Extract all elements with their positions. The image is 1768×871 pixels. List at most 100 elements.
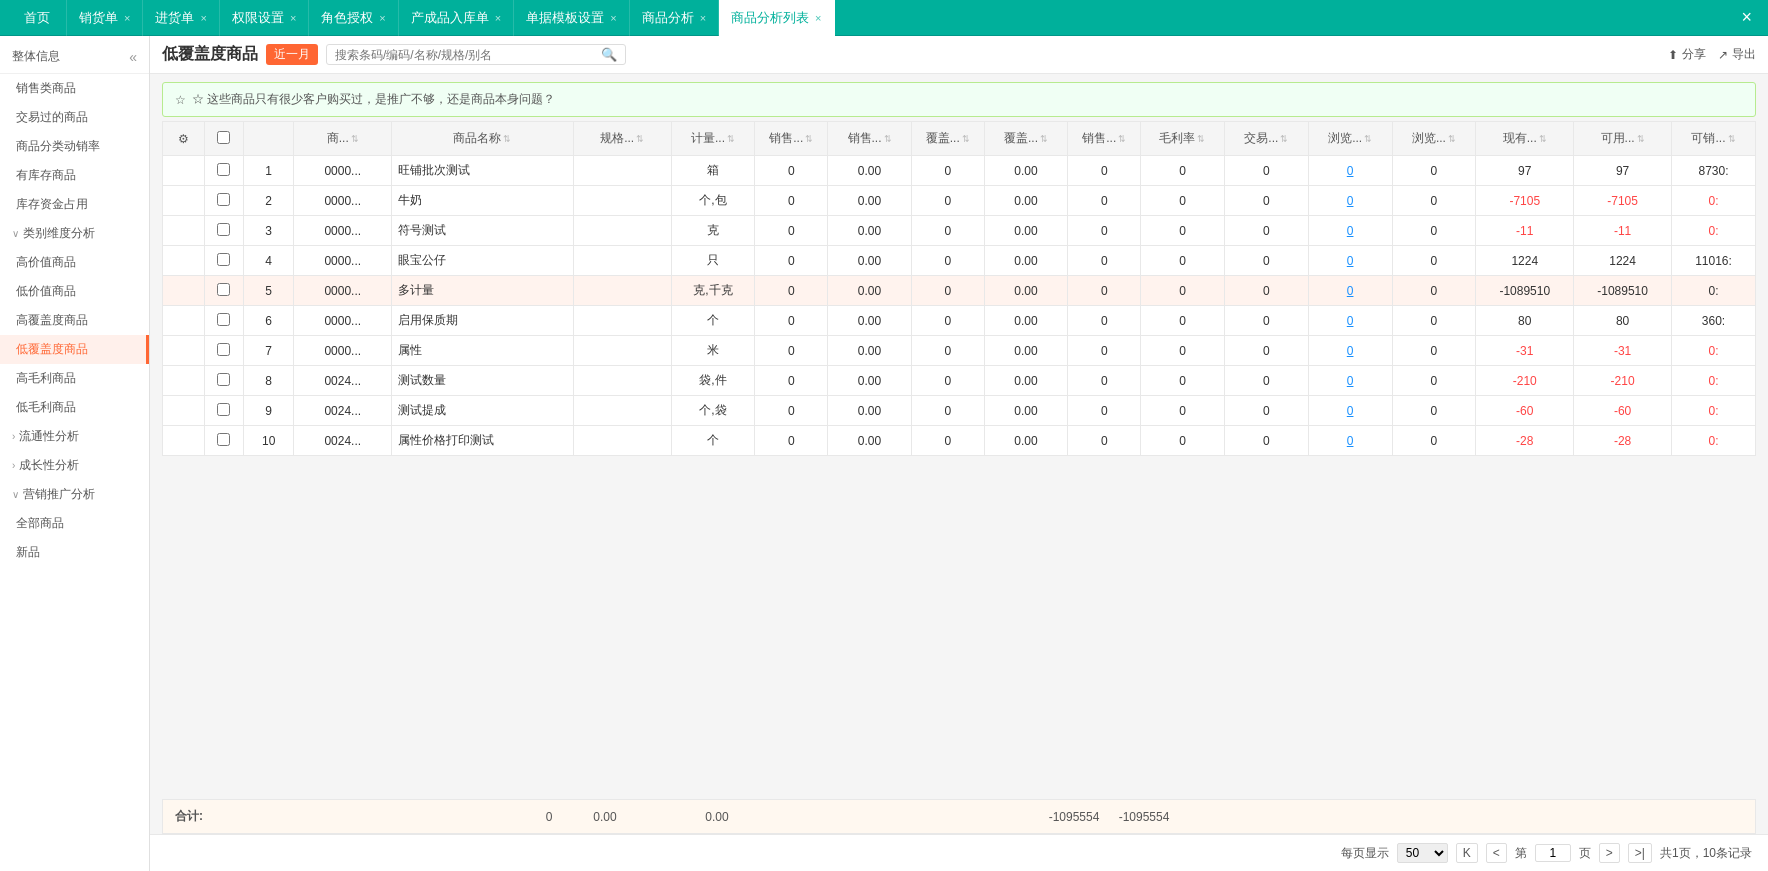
row-browse1[interactable]: 0 <box>1308 156 1392 186</box>
sidebar-item-low-value[interactable]: 低价值商品 <box>0 277 149 306</box>
share-button[interactable]: ⬆ 分享 <box>1668 46 1706 63</box>
row-browse1[interactable]: 0 <box>1308 366 1392 396</box>
row-browse1[interactable]: 0 <box>1308 246 1392 276</box>
nav-tab-home[interactable]: 首页 <box>8 0 67 36</box>
sidebar-item-sales-goods[interactable]: 销售类商品 <box>0 74 149 103</box>
row-checkbox[interactable] <box>217 403 230 416</box>
close-analysis-list-tab[interactable]: × <box>815 0 821 36</box>
sidebar-item-all-goods[interactable]: 全部商品 <box>0 509 149 538</box>
sidebar-group-growth[interactable]: › 成长性分析 <box>0 451 149 480</box>
sidebar-item-high-coverage[interactable]: 高覆盖度商品 <box>0 306 149 335</box>
col-spec-header[interactable]: 规格...⇅ <box>573 122 671 156</box>
sidebar-item-traded-goods[interactable]: 交易过的商品 <box>0 103 149 132</box>
row-checkbox-cell[interactable] <box>204 336 243 366</box>
table-wrapper[interactable]: ⚙ 商...⇅ 商品名称⇅ 规格...⇅ 计量...⇅ 销售...⇅ 销售...… <box>150 121 1768 797</box>
row-checkbox-cell[interactable] <box>204 246 243 276</box>
sidebar-item-high-margin[interactable]: 高毛利商品 <box>0 364 149 393</box>
col-cover-count-header[interactable]: 覆盖...⇅ <box>911 122 984 156</box>
select-all-checkbox[interactable] <box>217 131 230 144</box>
col-margin-header[interactable]: 毛利率⇅ <box>1141 122 1225 156</box>
col-browse2-header[interactable]: 浏览...⇅ <box>1392 122 1476 156</box>
row-browse1[interactable]: 0 <box>1308 186 1392 216</box>
row-checkbox[interactable] <box>217 283 230 296</box>
sidebar-group-flow[interactable]: › 流通性分析 <box>0 422 149 451</box>
close-analysis-tab[interactable]: × <box>700 0 706 36</box>
sidebar-item-low-coverage[interactable]: 低覆盖度商品 <box>0 335 149 364</box>
search-input[interactable] <box>335 48 597 62</box>
page-number-input[interactable] <box>1535 844 1571 862</box>
sidebar-item-low-margin[interactable]: 低毛利商品 <box>0 393 149 422</box>
row-checkbox-cell[interactable] <box>204 276 243 306</box>
window-close-button[interactable]: × <box>1733 7 1760 28</box>
close-product-entry-tab[interactable]: × <box>495 0 501 36</box>
last-page-button[interactable]: >| <box>1628 843 1652 863</box>
nav-tab-analysis-list[interactable]: 商品分析列表 × <box>719 0 834 36</box>
col-cover-rate-header[interactable]: 覆盖...⇅ <box>984 122 1068 156</box>
nav-tab-purchase[interactable]: 进货单 × <box>143 0 219 36</box>
row-checkbox[interactable] <box>217 223 230 236</box>
search-icon[interactable]: 🔍 <box>601 47 617 62</box>
close-permissions-tab[interactable]: × <box>290 0 296 36</box>
row-checkbox-cell[interactable] <box>204 396 243 426</box>
close-purchase-tab[interactable]: × <box>200 0 206 36</box>
col-settings-header[interactable]: ⚙ <box>163 122 205 156</box>
col-sales-amt-header[interactable]: 销售...⇅ <box>828 122 912 156</box>
row-checkbox[interactable] <box>217 253 230 266</box>
col-sales-qty-header[interactable]: 销售...⇅ <box>755 122 828 156</box>
row-browse2: 0 <box>1392 396 1476 426</box>
next-page-button[interactable]: > <box>1599 843 1620 863</box>
col-check-header[interactable] <box>204 122 243 156</box>
sidebar-item-stock-capital[interactable]: 库存资金占用 <box>0 190 149 219</box>
prev-page-button[interactable]: < <box>1486 843 1507 863</box>
sidebar-collapse-button[interactable]: « <box>129 49 137 65</box>
row-browse1[interactable]: 0 <box>1308 396 1392 426</box>
row-checkbox-cell[interactable] <box>204 186 243 216</box>
row-checkbox[interactable] <box>217 193 230 206</box>
sidebar-item-new-goods[interactable]: 新品 <box>0 538 149 567</box>
row-browse1[interactable]: 0 <box>1308 306 1392 336</box>
nav-tab-sales[interactable]: 销货单 × <box>67 0 143 36</box>
row-checkbox-cell[interactable] <box>204 366 243 396</box>
nav-tab-roles[interactable]: 角色授权 × <box>309 0 398 36</box>
sidebar-item-with-stock[interactable]: 有库存商品 <box>0 161 149 190</box>
col-sales-days-header[interactable]: 销售...⇅ <box>1068 122 1141 156</box>
col-code-header[interactable]: 商...⇅ <box>294 122 392 156</box>
col-browse1-header[interactable]: 浏览...⇅ <box>1308 122 1392 156</box>
col-current-header[interactable]: 现有...⇅ <box>1476 122 1574 156</box>
sidebar-group-category[interactable]: ∨ 类别维度分析 <box>0 219 149 248</box>
row-checkbox[interactable] <box>217 343 230 356</box>
export-button[interactable]: ↗ 导出 <box>1718 46 1756 63</box>
sidebar-group-marketing[interactable]: ∨ 营销推广分析 <box>0 480 149 509</box>
close-roles-tab[interactable]: × <box>379 0 385 36</box>
nav-tab-permissions[interactable]: 权限设置 × <box>220 0 309 36</box>
col-tx-header[interactable]: 交易...⇅ <box>1224 122 1308 156</box>
row-browse1[interactable]: 0 <box>1308 336 1392 366</box>
first-page-button[interactable]: K <box>1456 843 1478 863</box>
date-range-button[interactable]: 近一月 <box>266 44 318 65</box>
row-checkbox-cell[interactable] <box>204 156 243 186</box>
row-checkbox-cell[interactable] <box>204 426 243 456</box>
page-size-select[interactable]: 50 100 200 <box>1397 843 1448 863</box>
row-checkbox-cell[interactable] <box>204 216 243 246</box>
row-browse1[interactable]: 0 <box>1308 276 1392 306</box>
nav-tab-product-entry[interactable]: 产成品入库单 × <box>399 0 514 36</box>
row-checkbox[interactable] <box>217 163 230 176</box>
row-browse1[interactable]: 0 <box>1308 426 1392 456</box>
row-checkbox[interactable] <box>217 373 230 386</box>
nav-tab-analysis[interactable]: 商品分析 × <box>630 0 719 36</box>
close-sales-tab[interactable]: × <box>124 0 130 36</box>
sidebar-item-sales-rate[interactable]: 商品分类动销率 <box>0 132 149 161</box>
row-checkbox[interactable] <box>217 433 230 446</box>
col-name-header[interactable]: 商品名称⇅ <box>392 122 574 156</box>
row-browse1[interactable]: 0 <box>1308 216 1392 246</box>
row-checkbox-cell[interactable] <box>204 306 243 336</box>
col-avail-header[interactable]: 可用...⇅ <box>1574 122 1672 156</box>
col-saleable-header[interactable]: 可销...⇅ <box>1672 122 1756 156</box>
sidebar-item-high-value[interactable]: 高价值商品 <box>0 248 149 277</box>
row-margin-rate: 0 <box>1141 156 1225 186</box>
col-unit-header[interactable]: 计量...⇅ <box>671 122 755 156</box>
nav-tab-template[interactable]: 单据模板设置 × <box>514 0 629 36</box>
row-checkbox[interactable] <box>217 313 230 326</box>
close-template-tab[interactable]: × <box>610 0 616 36</box>
row-sales-amt: 0.00 <box>828 306 912 336</box>
